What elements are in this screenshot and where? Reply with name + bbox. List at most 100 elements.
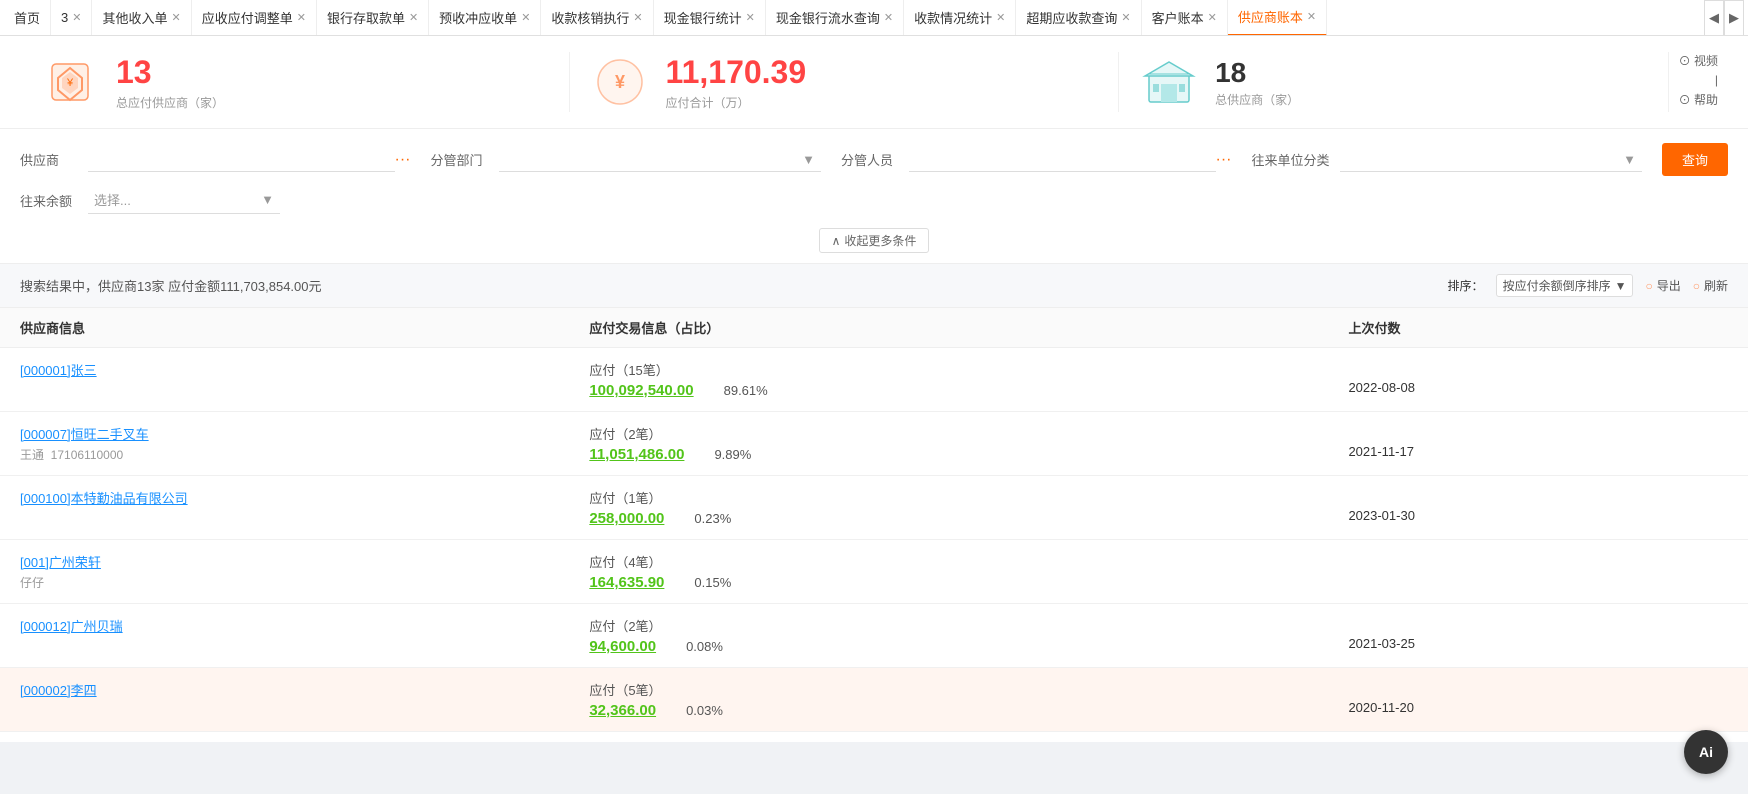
summary-card-ap-suppliers: ¥ 13 总应付供应商（家） [20,52,570,112]
nav-cash-bank-stat[interactable]: 现金银行统计 ✕ [654,0,766,36]
nav-ar-ap-adjust-label: 应收应付调整单 [202,8,293,27]
balance-select-text: 选择... [94,190,131,209]
nav-customer-book[interactable]: 客户账本 ✕ [1142,0,1228,36]
payable-amount-1[interactable]: 100,092,540.00 [589,382,693,399]
person-dots-icon[interactable]: ··· [1216,151,1232,169]
payable-row-4: 164,635.90 0.15% [589,574,1348,591]
supplier-contact-2: 王通 17106110000 [20,446,589,463]
supplier-input[interactable] [88,148,395,172]
nav-cash-bank-query[interactable]: 现金银行流水查询 ✕ [766,0,904,36]
sort-label: 排序： [1448,277,1484,294]
supplier-link-3[interactable]: [000100]本特勤油品有限公司 [20,488,589,507]
nav-overdue-query[interactable]: 超期应收款查询 ✕ [1016,0,1141,36]
top-navigation: 首页 3 ✕ 其他收入单 ✕ 应收应付调整单 ✕ 银行存取款单 ✕ 预收冲应收单… [0,0,1748,36]
payable-row-6: 32,366.00 0.03% [589,702,1348,719]
supplier-link-6[interactable]: [000002]李四 [20,680,589,699]
nav-supplier-book-label: 供应商账本 [1238,7,1303,26]
nav-advance-receive-label: 预收冲应收单 [439,8,517,27]
nav-ar-ap-adjust[interactable]: 应收应付调整单 ✕ [192,0,317,36]
nav-ar-ap-adjust-close[interactable]: ✕ [297,11,306,24]
summary-icon-amount: ¥ [590,52,650,112]
balance-chevron-icon: ▼ [261,192,274,207]
category-chevron-icon: ▼ [1623,152,1636,167]
nav-bank-deposit[interactable]: 银行存取款单 ✕ [317,0,429,36]
nav-other-income-label: 其他收入单 [102,8,167,27]
sort-select[interactable]: 按应付余额倒序排序 ▼ [1496,274,1634,297]
export-button[interactable]: ○ 导出 [1645,277,1680,294]
supplier-contact-4: 仔仔 [20,574,589,591]
filter-item-category: 往来单位分类 ▼ [1252,148,1643,172]
supplier-info-6: [000002]李四 [20,680,589,699]
nav-left-arrow[interactable]: ◀ [1704,0,1724,36]
svg-text:¥: ¥ [615,72,625,92]
refresh-label: 刷新 [1704,277,1728,294]
payable-amount-2[interactable]: 11,051,486.00 [589,446,684,463]
filter-label-supplier: 供应商 [20,150,80,169]
lastpay-2: 2021-11-17 [1348,424,1728,459]
payable-amount-6[interactable]: 32,366.00 [589,702,656,719]
nav-bank-deposit-close[interactable]: ✕ [409,11,418,24]
balance-select[interactable]: 选择... ▼ [88,186,280,214]
nav-advance-receive-close[interactable]: ✕ [521,11,530,24]
summary-text-ap-suppliers: 13 总应付供应商（家） [116,53,224,110]
payable-amount-4[interactable]: 164,635.90 [589,574,664,591]
nav-cash-bank-query-label: 现金银行流水查询 [776,8,880,27]
nav-other-income-close[interactable]: ✕ [171,11,180,24]
nav-receipt-verify-close[interactable]: ✕ [633,11,642,24]
nav-tab3-close[interactable]: ✕ [72,11,81,24]
table-row: [000002]李四 应付（5笔） 32,366.00 0.03% 2020-1… [0,668,1748,732]
payable-info-1: 应付（15笔） 100,092,540.00 89.61% [589,360,1348,399]
filter-label-balance: 往来余额 [20,191,80,210]
supplier-info-3: [000100]本特勤油品有限公司 [20,488,589,507]
nav-receipt-stat[interactable]: 收款情况统计 ✕ [904,0,1016,36]
svg-text:¥: ¥ [66,77,74,89]
supplier-link-2[interactable]: [000007]恒旺二手叉车 [20,424,589,443]
nav-cash-bank-stat-close[interactable]: ✕ [746,11,755,24]
payable-percent-2: 9.89% [714,447,751,462]
ai-label: Ai [1699,744,1713,760]
sort-chevron-icon: ▼ [1615,279,1627,293]
nav-supplier-book[interactable]: 供应商账本 ✕ [1228,0,1327,36]
help-link[interactable]: ⊙ 帮助 [1679,91,1718,108]
nav-supplier-book-close[interactable]: ✕ [1307,10,1316,23]
filter-item-person: 分管人员 ··· [841,148,1232,172]
supplier-link-1[interactable]: [000001]张三 [20,360,589,379]
category-select[interactable]: ▼ [1340,148,1643,172]
payable-percent-1: 89.61% [724,383,768,398]
nav-receipt-stat-close[interactable]: ✕ [996,11,1005,24]
ai-button[interactable]: Ai [1684,730,1728,774]
payable-info-2: 应付（2笔） 11,051,486.00 9.89% [589,424,1348,463]
nav-right-arrow[interactable]: ▶ [1724,0,1744,36]
supplier-link-4[interactable]: [001]广州荣轩 [20,552,589,571]
nav-advance-receive[interactable]: 预收冲应收单 ✕ [429,0,541,36]
refresh-button[interactable]: ○ 刷新 [1693,277,1728,294]
nav-tab3[interactable]: 3 ✕ [51,0,92,36]
summary-icon-store [1139,52,1199,112]
table-row: [000100]本特勤油品有限公司 应付（1笔） 258,000.00 0.23… [0,476,1748,540]
video-link[interactable]: ⊙ 视频 [1679,52,1718,69]
lastpay-5: 2021-03-25 [1348,616,1728,651]
nav-receipt-verify[interactable]: 收款核销执行 ✕ [541,0,653,36]
summary-number-total-suppliers: 18 [1215,56,1299,90]
nav-other-income[interactable]: 其他收入单 ✕ [92,0,191,36]
payable-amount-3[interactable]: 258,000.00 [589,510,664,527]
collapse-button[interactable]: ∧ 收起更多条件 [819,228,930,253]
payable-info-6: 应付（5笔） 32,366.00 0.03% [589,680,1348,719]
nav-overdue-query-close[interactable]: ✕ [1121,11,1130,24]
nav-customer-book-close[interactable]: ✕ [1208,11,1217,24]
table-header: 供应商信息 应付交易信息（占比） 上次付数 [0,308,1748,348]
lastpay-6: 2020-11-20 [1348,680,1728,715]
supplier-dots-icon[interactable]: ··· [395,151,411,169]
person-input[interactable] [909,148,1216,172]
nav-cash-bank-stat-label: 现金银行统计 [664,8,742,27]
nav-receipt-verify-label: 收款核销执行 [551,8,629,27]
dept-select[interactable]: ▼ [499,148,822,172]
query-button[interactable]: 查询 [1662,143,1728,176]
nav-home[interactable]: 首页 [4,0,51,36]
summary-icon-diamond: ¥ [40,52,100,112]
nav-cash-bank-query-close[interactable]: ✕ [884,11,893,24]
sort-value: 按应付余额倒序排序 [1503,277,1611,294]
results-actions: 排序： 按应付余额倒序排序 ▼ ○ 导出 ○ 刷新 [1448,274,1728,297]
supplier-link-5[interactable]: [000012]广州贝瑞 [20,616,589,635]
payable-amount-5[interactable]: 94,600.00 [589,638,656,655]
